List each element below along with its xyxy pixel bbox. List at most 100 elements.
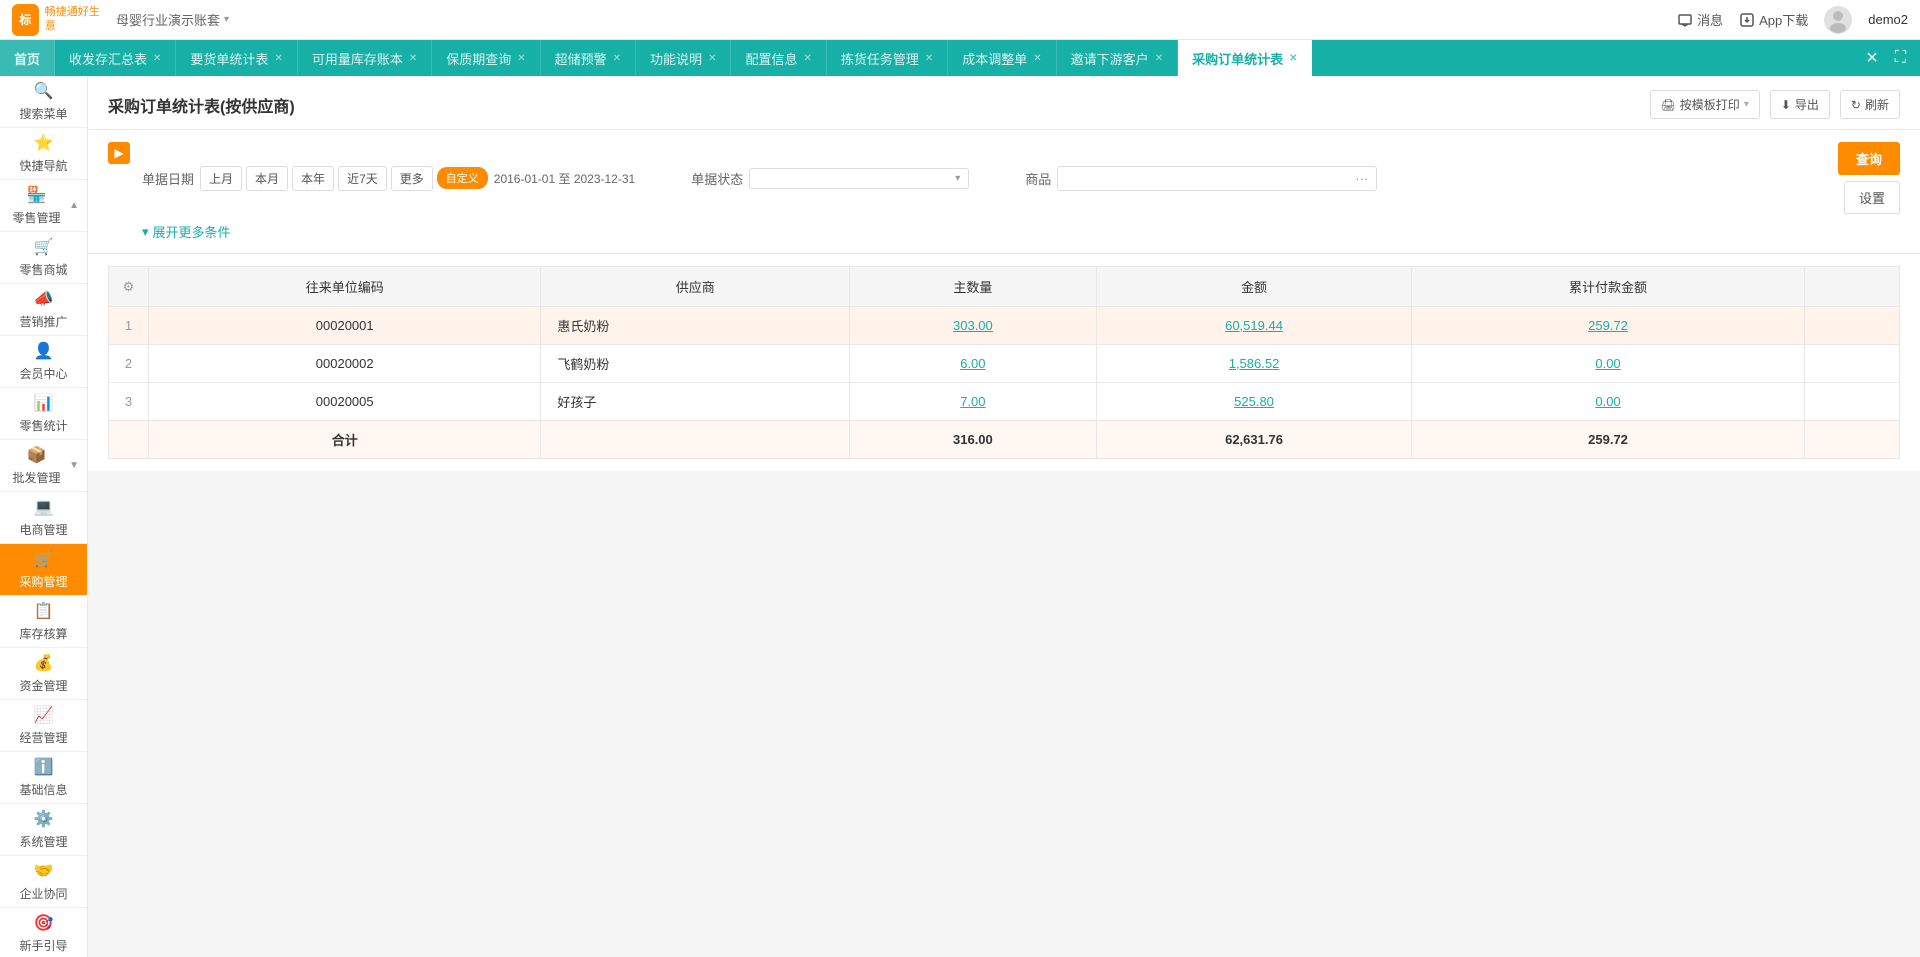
sidebar-item-wholesale[interactable]: 📦 批发管理 ▼ <box>0 440 87 492</box>
username-label[interactable]: demo2 <box>1868 12 1908 27</box>
tab-expiry-query-close[interactable]: ✕ <box>517 53 525 64</box>
tab-cost-adjust-close[interactable]: ✕ <box>1033 53 1041 64</box>
app-download-btn[interactable]: App下载 <box>1739 10 1808 29</box>
query-btn[interactable]: 查询 <box>1838 142 1900 175</box>
sidebar-item-new-guide[interactable]: 🎯 新手引导 <box>0 908 87 957</box>
basic-info-icon: ℹ️ <box>34 757 54 777</box>
tab-config-info[interactable]: 配置信息 ✕ <box>731 40 826 76</box>
workspace-selector[interactable]: 母婴行业演示账套 ▾ <box>116 10 1661 29</box>
sidebar-item-finance[interactable]: 💰 资金管理 <box>0 648 87 700</box>
workspace-name: 母婴行业演示账套 <box>116 10 220 29</box>
sidebar-wholesale-label: 批发管理 <box>13 469 61 486</box>
table-row: 2 00020002 飞鹤奶粉 6.00 1,586.52 0.00 <box>109 345 1900 383</box>
tab-invite-downstream-close[interactable]: ✕ <box>1155 53 1163 64</box>
tab-available-stock-close[interactable]: ✕ <box>409 53 417 64</box>
tab-goods-summary-label: 要货单统计表 <box>190 49 268 68</box>
row-qty[interactable]: 303.00 <box>850 307 1097 345</box>
sidebar-basic-info-label: 基础信息 <box>19 781 67 798</box>
tab-pick-task[interactable]: 拣货任务管理 ✕ <box>827 40 948 76</box>
tab-home[interactable]: 首页 <box>0 40 55 76</box>
tab-pick-task-close[interactable]: ✕ <box>925 53 933 64</box>
filter-toggle-btn[interactable]: ▶ <box>108 142 130 164</box>
row-amount[interactable]: 525.80 <box>1096 383 1412 421</box>
refresh-btn[interactable]: ↻ 刷新 <box>1840 90 1900 119</box>
date-last7-btn[interactable]: 近7天 <box>338 166 387 191</box>
retail-stat-icon: 📊 <box>34 393 54 413</box>
tab-goods-summary-close[interactable]: ✕ <box>274 53 282 64</box>
row-paid[interactable]: 259.72 <box>1412 307 1804 345</box>
tab-receive-summary-close[interactable]: ✕ <box>153 53 161 64</box>
export-icon: ⬇ <box>1781 98 1791 112</box>
tab-overstock[interactable]: 超储预警 ✕ <box>541 40 636 76</box>
sidebar-item-retail[interactable]: 🏪 零售管理 ▲ <box>0 180 87 232</box>
print-btn[interactable]: 🖨 按模板打印 ▾ <box>1650 90 1760 119</box>
retail-icon: 🏪 <box>27 185 47 205</box>
goods-input-wrapper: ··· <box>1057 166 1377 191</box>
tab-purchase-summary-close[interactable]: ✕ <box>1289 53 1297 64</box>
message-btn[interactable]: 消息 <box>1677 10 1723 29</box>
nav-expand-btn[interactable]: ⛶ <box>1889 49 1912 67</box>
tab-available-stock-label: 可用量库存账本 <box>312 49 403 68</box>
sidebar-quick-nav-label: 快捷导航 <box>19 157 67 174</box>
sidebar-item-purchase[interactable]: 🛒 采购管理 <box>0 544 87 596</box>
row-paid[interactable]: 0.00 <box>1412 345 1804 383</box>
quick-nav-icon: ⭐ <box>34 133 54 153</box>
tab-func-desc-close[interactable]: ✕ <box>708 53 716 64</box>
logo-abbr: 标 <box>19 11 31 28</box>
sidebar-item-retail-stat[interactable]: 📊 零售统计 <box>0 388 87 440</box>
row-num: 1 <box>109 307 149 345</box>
date-this-month-btn[interactable]: 本月 <box>246 166 288 191</box>
sidebar-item-enterprise-coop[interactable]: 🤝 企业协同 <box>0 856 87 908</box>
tab-func-desc[interactable]: 功能说明 ✕ <box>636 40 731 76</box>
tab-config-info-close[interactable]: ✕ <box>803 53 811 64</box>
date-custom-badge: 自定义 <box>437 167 488 189</box>
row-code: 00020005 <box>149 383 541 421</box>
footer-empty3 <box>1804 421 1899 459</box>
row-extra <box>1804 383 1899 421</box>
wholesale-icon: 📦 <box>27 445 47 465</box>
col-settings-icon[interactable]: ⚙ <box>123 279 135 294</box>
tab-expiry-query[interactable]: 保质期查询 ✕ <box>432 40 540 76</box>
sidebar-item-operation[interactable]: 📈 经营管理 <box>0 700 87 752</box>
col-extra <box>1804 267 1899 307</box>
sidebar-item-member[interactable]: 👤 会员中心 <box>0 336 87 388</box>
sidebar-item-system[interactable]: ⚙️ 系统管理 <box>0 804 87 856</box>
date-this-year-btn[interactable]: 本年 <box>292 166 334 191</box>
tab-available-stock[interactable]: 可用量库存账本 ✕ <box>298 40 432 76</box>
date-last-month-btn[interactable]: 上月 <box>200 166 242 191</box>
status-select[interactable]: ▾ <box>749 168 969 189</box>
export-btn[interactable]: ⬇ 导出 <box>1770 90 1830 119</box>
sidebar-item-retail-mall[interactable]: 🛒 零售商城 <box>0 232 87 284</box>
sidebar-item-ecommerce[interactable]: 💻 电商管理 <box>0 492 87 544</box>
row-amount[interactable]: 1,586.52 <box>1096 345 1412 383</box>
row-qty[interactable]: 6.00 <box>850 345 1097 383</box>
goods-input[interactable] <box>1066 171 1355 186</box>
sidebar-item-basic-info[interactable]: ℹ️ 基础信息 <box>0 752 87 804</box>
ecommerce-icon: 💻 <box>34 497 54 517</box>
avatar-icon <box>1824 6 1852 34</box>
sidebar-item-search[interactable]: 🔍 搜索菜单 <box>0 76 87 128</box>
col-paid: 累计付款金额 <box>1412 267 1804 307</box>
date-range: 2016-01-01 至 2023-12-31 <box>494 170 635 187</box>
download-icon <box>1739 12 1755 28</box>
row-amount[interactable]: 60,519.44 <box>1096 307 1412 345</box>
nav-right-btns: ✕ ⛶ <box>1859 48 1920 68</box>
date-more-btn[interactable]: 更多 <box>391 166 433 191</box>
row-paid[interactable]: 0.00 <box>1412 383 1804 421</box>
tab-invite-downstream[interactable]: 邀请下游客户 ✕ <box>1057 40 1178 76</box>
sidebar-item-quick-nav[interactable]: ⭐ 快捷导航 <box>0 128 87 180</box>
setting-btn[interactable]: 设置 <box>1844 181 1900 214</box>
tab-overstock-close[interactable]: ✕ <box>613 53 621 64</box>
tab-goods-summary[interactable]: 要货单统计表 ✕ <box>176 40 297 76</box>
sidebar-item-inventory[interactable]: 📋 库存核算 <box>0 596 87 648</box>
tab-cost-adjust[interactable]: 成本调整单 ✕ <box>948 40 1056 76</box>
expand-more-btn[interactable]: ▾ 展开更多条件 <box>142 222 1900 241</box>
tab-expiry-query-label: 保质期查询 <box>446 49 511 68</box>
nav-close-btn[interactable]: ✕ <box>1859 48 1884 68</box>
table-header-row: ⚙ 往来单位编码 供应商 主数量 金额 累计付款金额 <box>109 267 1900 307</box>
tab-receive-summary[interactable]: 收发存汇总表 ✕ <box>55 40 176 76</box>
sidebar-item-marketing[interactable]: 📣 营销推广 <box>0 284 87 336</box>
row-qty[interactable]: 7.00 <box>850 383 1097 421</box>
tab-purchase-summary[interactable]: 采购订单统计表 ✕ <box>1178 40 1312 76</box>
nav-tabs: 首页 收发存汇总表 ✕ 要货单统计表 ✕ 可用量库存账本 ✕ 保质期查询 ✕ 超… <box>0 40 1920 76</box>
